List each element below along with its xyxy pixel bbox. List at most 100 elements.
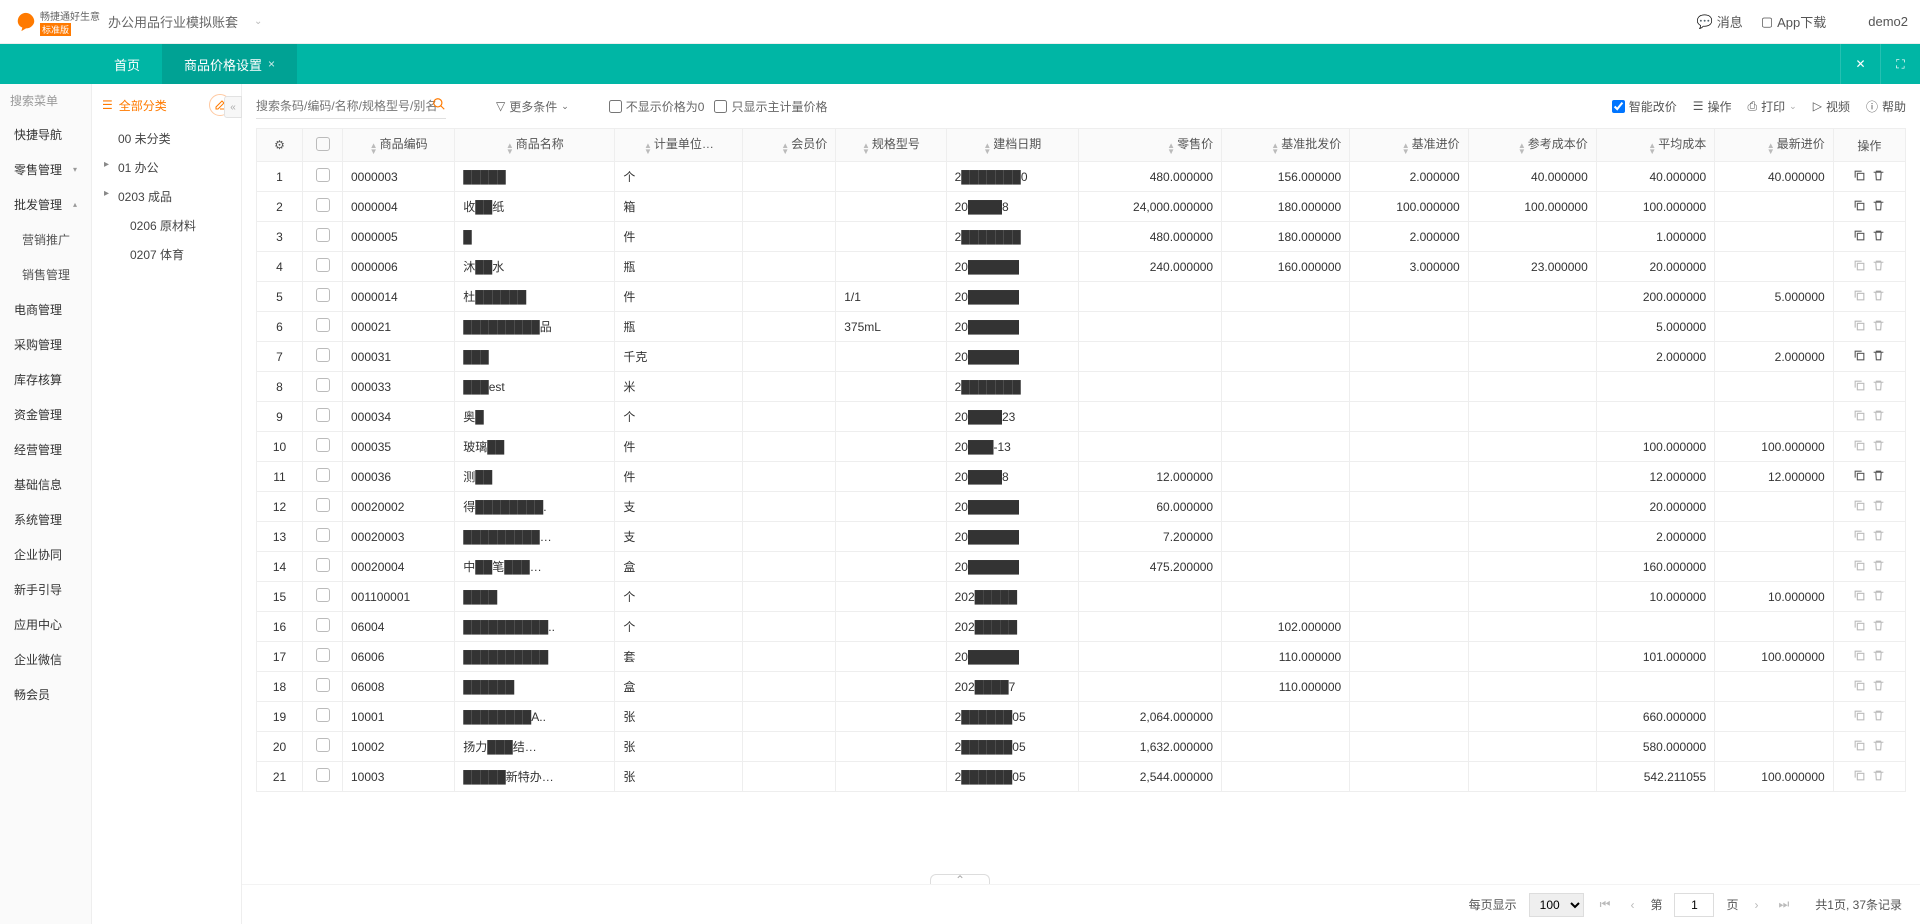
sidebar-item[interactable]: 零售管理▾ — [0, 152, 91, 187]
copy-icon[interactable] — [1853, 529, 1866, 545]
smart-price-button[interactable]: 智能改价 — [1612, 98, 1677, 115]
sidebar-item[interactable]: 采购管理 — [0, 327, 91, 362]
row-ops[interactable] — [1842, 559, 1897, 575]
row-ops[interactable] — [1842, 319, 1897, 335]
row-ops[interactable] — [1842, 589, 1897, 605]
row-ops[interactable] — [1842, 259, 1897, 275]
per-page-select[interactable]: 100 — [1529, 893, 1584, 917]
column-header[interactable]: ▲▼建档日期 — [946, 129, 1078, 162]
delete-icon[interactable] — [1872, 559, 1885, 575]
column-header[interactable]: ▲▼基准进价 — [1350, 129, 1468, 162]
delete-icon[interactable] — [1872, 499, 1885, 515]
row-ops[interactable] — [1842, 499, 1897, 515]
row-ops[interactable] — [1842, 529, 1897, 545]
row-ops[interactable] — [1842, 619, 1897, 635]
sidebar-item[interactable]: 畅会员 — [0, 677, 91, 712]
row-ops[interactable] — [1842, 769, 1897, 785]
sidebar-subitem[interactable]: 销售管理 — [0, 257, 91, 292]
column-header[interactable]: ▲▼商品名称 — [455, 129, 615, 162]
sidebar-subitem[interactable]: 营销推广 — [0, 222, 91, 257]
copy-icon[interactable] — [1853, 439, 1866, 455]
app-download-link[interactable]: ▢ App下载 — [1761, 12, 1826, 31]
copy-icon[interactable] — [1853, 649, 1866, 665]
hide-zero-checkbox[interactable]: 不显示价格为0 — [609, 98, 705, 115]
column-header[interactable]: ▲▼最新进价 — [1715, 129, 1833, 162]
sidebar-item[interactable]: 企业协同 — [0, 537, 91, 572]
table-row[interactable]: 13 00020003 █████████… 支 20██████ 7.2000… — [257, 522, 1906, 552]
column-header[interactable]: ▲▼平均成本 — [1596, 129, 1714, 162]
print-button[interactable]: ⎙打印⌄ — [1748, 98, 1797, 115]
table-row[interactable]: 5 0000014 杜██████ 件 1/1 20██████ 200.000… — [257, 282, 1906, 312]
copy-icon[interactable] — [1853, 739, 1866, 755]
sidebar-item[interactable]: 电商管理 — [0, 292, 91, 327]
table-row[interactable]: 14 00020004 中██笔███… 盒 20██████ 475.2000… — [257, 552, 1906, 582]
delete-icon[interactable] — [1872, 649, 1885, 665]
search-icon[interactable] — [432, 97, 446, 114]
copy-icon[interactable] — [1853, 619, 1866, 635]
copy-icon[interactable] — [1853, 469, 1866, 485]
delete-icon[interactable] — [1872, 709, 1885, 725]
column-header[interactable]: ▲▼商品编码 — [343, 129, 455, 162]
delete-icon[interactable] — [1872, 229, 1885, 245]
table-row[interactable]: 17 06006 ██████████ 套 20██████ 110.00000… — [257, 642, 1906, 672]
column-header[interactable]: 操作 — [1833, 129, 1905, 162]
table-row[interactable]: 15 001100001 ████ 个 202█████ 10.000000 1… — [257, 582, 1906, 612]
row-ops[interactable] — [1842, 709, 1897, 725]
tab-price-settings[interactable]: 商品价格设置 × — [162, 44, 297, 84]
sidebar-item[interactable]: 新手引导 — [0, 572, 91, 607]
copy-icon[interactable] — [1853, 199, 1866, 215]
row-ops[interactable] — [1842, 349, 1897, 365]
delete-icon[interactable] — [1872, 529, 1885, 545]
table-row[interactable]: 12 00020002 得████████. 支 20██████ 60.000… — [257, 492, 1906, 522]
workspace-selector[interactable]: 办公用品行业模拟账套 ⌄ — [108, 12, 262, 31]
only-main-unit-checkbox[interactable]: 只显示主计量价格 — [714, 98, 827, 115]
fullscreen-button[interactable]: ⛶ — [1880, 44, 1920, 84]
tree-item[interactable]: 00 未分类 — [98, 124, 235, 153]
last-page-button[interactable]: ⏭ — [1774, 897, 1793, 912]
table-row[interactable]: 10 000035 玻璃██ 件 20███-13 100.000000 100… — [257, 432, 1906, 462]
col-checkbox[interactable] — [303, 129, 343, 162]
delete-icon[interactable] — [1872, 469, 1885, 485]
column-header[interactable]: ▲▼参考成本价 — [1468, 129, 1596, 162]
sidebar-item[interactable]: 系统管理 — [0, 502, 91, 537]
row-ops[interactable] — [1842, 289, 1897, 305]
sidebar-item[interactable]: 资金管理 — [0, 397, 91, 432]
sidebar-item[interactable]: 基础信息 — [0, 467, 91, 502]
row-ops[interactable] — [1842, 679, 1897, 695]
column-header[interactable]: ▲▼规格型号 — [836, 129, 946, 162]
row-ops[interactable] — [1842, 469, 1897, 485]
close-icon[interactable]: × — [268, 57, 275, 71]
column-header[interactable]: ▲▼计量单位… — [615, 129, 743, 162]
column-header[interactable]: ▲▼基准批发价 — [1222, 129, 1350, 162]
help-button[interactable]: ⓘ帮助 — [1866, 98, 1906, 115]
table-row[interactable]: 18 06008 ██████ 盒 202████7 110.000000 — [257, 672, 1906, 702]
delete-icon[interactable] — [1872, 409, 1885, 425]
delete-icon[interactable] — [1872, 769, 1885, 785]
table-row[interactable]: 1 0000003 █████ 个 2███████0 480.000000 1… — [257, 162, 1906, 192]
delete-icon[interactable] — [1872, 259, 1885, 275]
table-row[interactable]: 6 000021 █████████品 瓶 375mL 20██████ 5.0… — [257, 312, 1906, 342]
copy-icon[interactable] — [1853, 499, 1866, 515]
tree-item[interactable]: 0206 原材料 — [98, 211, 235, 240]
row-ops[interactable] — [1842, 169, 1897, 185]
row-ops[interactable] — [1842, 649, 1897, 665]
copy-icon[interactable] — [1853, 319, 1866, 335]
table-row[interactable]: 19 10001 ████████A.. 张 2██████05 2,064.0… — [257, 702, 1906, 732]
copy-icon[interactable] — [1853, 709, 1866, 725]
search-input[interactable] — [256, 93, 446, 119]
user-menu[interactable]: demo2 — [1844, 12, 1908, 32]
copy-icon[interactable] — [1853, 589, 1866, 605]
copy-icon[interactable] — [1853, 169, 1866, 185]
table-row[interactable]: 16 06004 ██████████.. 个 202█████ 102.000… — [257, 612, 1906, 642]
table-row[interactable]: 3 0000005 █ 件 2███████ 480.000000 180.00… — [257, 222, 1906, 252]
copy-icon[interactable] — [1853, 259, 1866, 275]
first-page-button[interactable]: ⏮ — [1596, 897, 1615, 912]
more-filters-button[interactable]: ▽ 更多条件 ⌄ — [496, 98, 569, 115]
copy-icon[interactable] — [1853, 379, 1866, 395]
column-header[interactable]: ▲▼零售价 — [1079, 129, 1222, 162]
tree-item[interactable]: ▸01 办公 — [98, 153, 235, 182]
copy-icon[interactable] — [1853, 289, 1866, 305]
delete-icon[interactable] — [1872, 619, 1885, 635]
delete-icon[interactable] — [1872, 679, 1885, 695]
copy-icon[interactable] — [1853, 559, 1866, 575]
